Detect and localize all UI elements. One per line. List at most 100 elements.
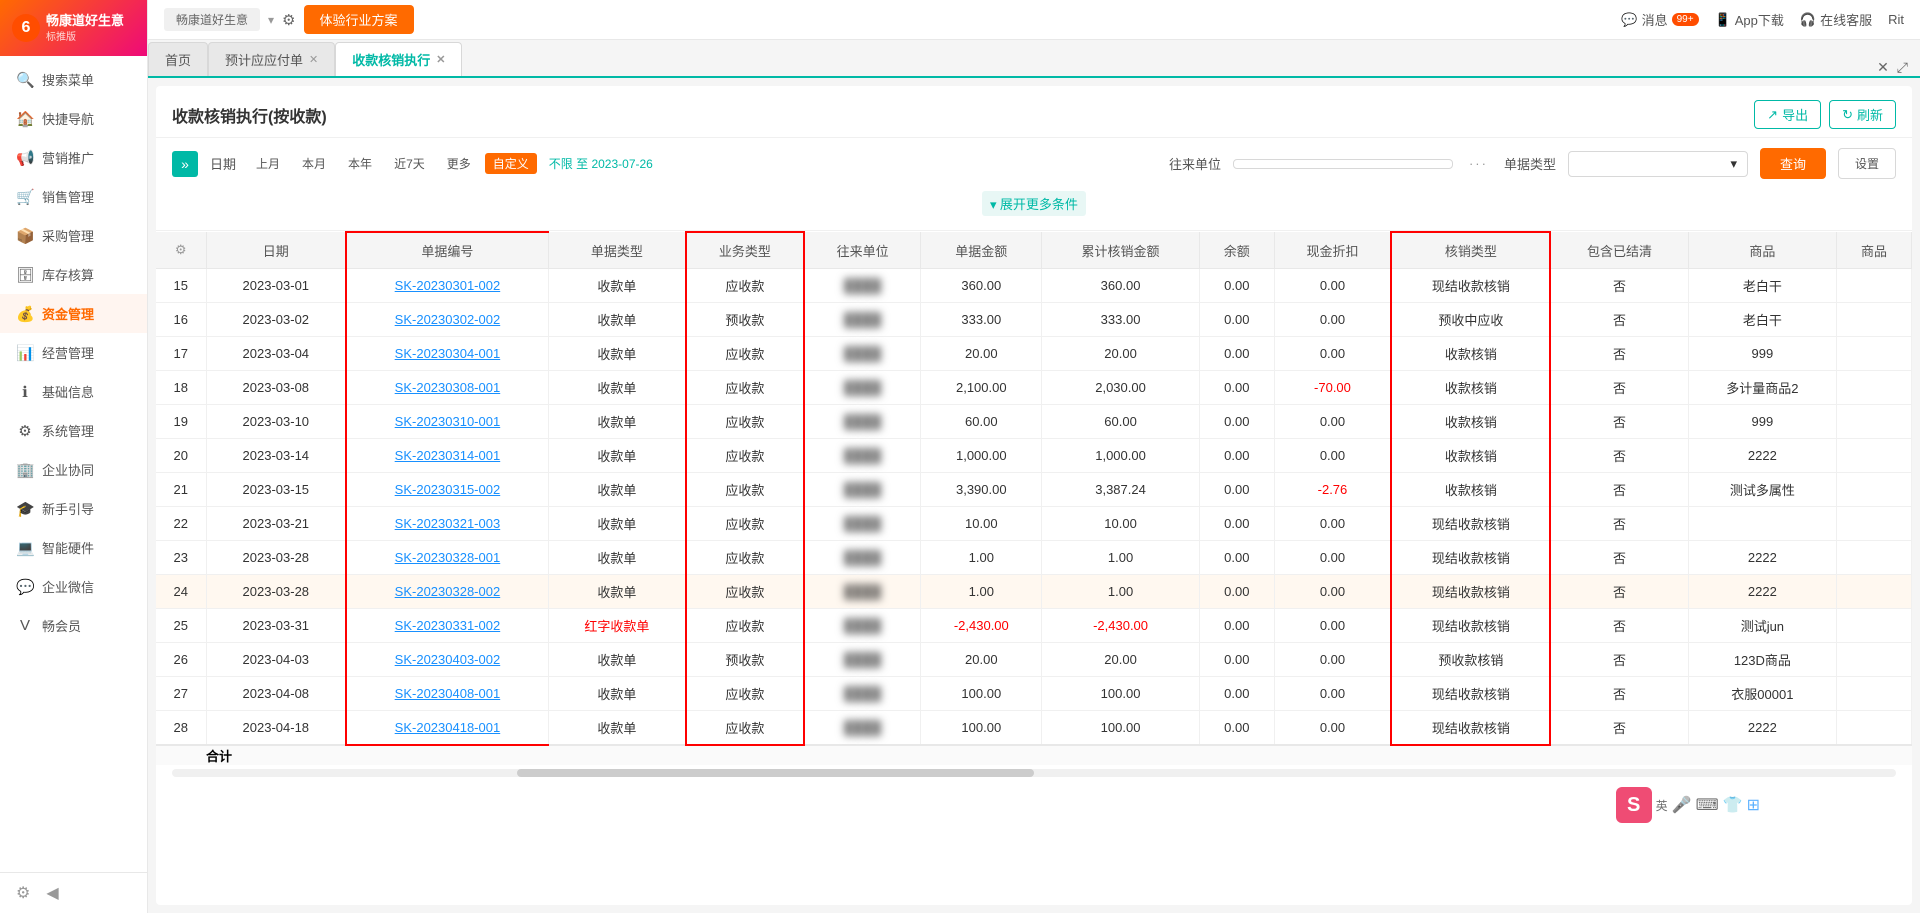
date-option-0[interactable]: 上月	[248, 153, 288, 174]
sidebar-item-hardware[interactable]: 💻 智能硬件	[0, 528, 147, 567]
cell-12-1: 2023-04-08	[206, 677, 346, 711]
filter-collapse-btn[interactable]: »	[172, 151, 198, 177]
date-option-3[interactable]: 近7天	[386, 153, 433, 174]
horizontal-scrollbar[interactable]	[172, 769, 1896, 777]
close-window-icon[interactable]: ✕	[1877, 59, 1889, 76]
cell-4-7: 60.00	[1042, 405, 1200, 439]
scrollbar-thumb[interactable]	[517, 769, 1034, 777]
cell-2-2[interactable]: SK-20230304-001	[346, 337, 548, 371]
cell-2-13	[1837, 337, 1912, 371]
export-button[interactable]: ↗ 导出	[1754, 100, 1821, 129]
settings-button[interactable]: 设置	[1838, 148, 1896, 179]
collapse-icon[interactable]: ◀	[46, 883, 58, 903]
cell-7-12	[1688, 507, 1836, 541]
sidebar-label-sales: 销售管理	[42, 187, 94, 206]
cell-9-8: 0.00	[1199, 575, 1274, 609]
sidebar-item-operations[interactable]: 📊 经营管理	[0, 333, 147, 372]
content-area: 收款核销执行(按收款) ↗ 导出 ↻ 刷新 »	[148, 78, 1920, 913]
date-option-4[interactable]: 更多	[439, 153, 479, 174]
cell-0-2[interactable]: SK-20230301-002	[346, 269, 548, 303]
tab-payables[interactable]: 预计应应付单✕	[208, 42, 335, 76]
tab-home[interactable]: 首页	[148, 42, 208, 76]
sidebar-item-member[interactable]: V 畅会员	[0, 606, 147, 645]
cell-3-1: 2023-03-08	[206, 371, 346, 405]
cell-1-2[interactable]: SK-20230302-002	[346, 303, 548, 337]
tab-close-payables[interactable]: ✕	[309, 53, 318, 66]
cell-7-11: 否	[1550, 507, 1688, 541]
sidebar-item-search[interactable]: 🔍 搜索菜单	[0, 60, 147, 99]
sidebar-label-basic: 基础信息	[42, 382, 94, 401]
cell-4-3: 收款单	[548, 405, 686, 439]
user-avatar[interactable]: Rit	[1888, 12, 1904, 27]
refresh-icon: ↻	[1842, 107, 1853, 123]
sidebar-item-guide[interactable]: 🎓 新手引导	[0, 489, 147, 528]
date-option-2[interactable]: 本年	[340, 153, 380, 174]
cell-9-6: 1.00	[921, 575, 1042, 609]
sidebar-item-wechat[interactable]: 💬 企业微信	[0, 567, 147, 606]
tab-collection[interactable]: 收款核销执行✕	[335, 42, 462, 76]
sidebar-item-finance[interactable]: 💰 资金管理	[0, 294, 147, 333]
receipt-type-select[interactable]: ▾	[1568, 151, 1748, 177]
settings-icon[interactable]: ⚙	[16, 883, 30, 903]
cell-0-6: 360.00	[921, 269, 1042, 303]
messages-button[interactable]: 💬 消息 99+	[1621, 10, 1698, 29]
cell-10-2[interactable]: SK-20230331-002	[346, 609, 548, 643]
expand-more-button[interactable]: ▾ 展开更多条件	[982, 191, 1086, 216]
table-row: 162023-03-02SK-20230302-002收款单预收款████333…	[156, 303, 1912, 337]
sidebar-item-corp[interactable]: 🏢 企业协同	[0, 450, 147, 489]
online-service-button[interactable]: 🎧 在线客服	[1800, 10, 1872, 29]
cell-6-2[interactable]: SK-20230315-002	[346, 473, 548, 507]
cell-8-2[interactable]: SK-20230328-001	[346, 541, 548, 575]
partner-input[interactable]	[1233, 159, 1453, 169]
dropdown-arrow-icon[interactable]: ▾	[268, 13, 274, 27]
cell-5-5: ████	[804, 439, 921, 473]
cell-6-5: ████	[804, 473, 921, 507]
cell-6-9: -2.76	[1274, 473, 1391, 507]
col-header-12: 商品	[1688, 232, 1836, 269]
cell-5-2[interactable]: SK-20230314-001	[346, 439, 548, 473]
query-button[interactable]: 查询	[1760, 148, 1826, 179]
topbar: 畅康道好生意 ▾ ⚙ 体验行业方案 💬 消息 99+ 📱 App下载 🎧 在线客…	[148, 0, 1920, 40]
sidebar-item-marketing[interactable]: 📢 营销推广	[0, 138, 147, 177]
cell-9-2[interactable]: SK-20230328-002	[346, 575, 548, 609]
cell-10-6: -2,430.00	[921, 609, 1042, 643]
sidebar-bottom: ⚙ ◀	[0, 872, 147, 913]
cell-10-12: 测试jun	[1688, 609, 1836, 643]
sidebar-item-shortcut[interactable]: 🏠 快捷导航	[0, 99, 147, 138]
filter-dots: ···	[1469, 156, 1488, 171]
cell-3-2[interactable]: SK-20230308-001	[346, 371, 548, 405]
col-header-0: ⚙	[156, 232, 206, 269]
sidebar-item-inventory[interactable]: 🗄 库存核算	[0, 255, 147, 294]
cell-7-3: 收款单	[548, 507, 686, 541]
sidebar-logo: 6 畅康道好生意 标推版	[0, 0, 147, 56]
date-range-display: 不限 至 2023-07-26	[549, 155, 653, 172]
cell-11-2[interactable]: SK-20230403-002	[346, 643, 548, 677]
table-scroll[interactable]: ⚙日期单据编号单据类型业务类型往来单位单据金额累计核销金额余额现金折扣核销类型包…	[156, 231, 1912, 765]
cell-0-11: 否	[1550, 269, 1688, 303]
date-option-1[interactable]: 本月	[294, 153, 334, 174]
col-header-9: 现金折扣	[1274, 232, 1391, 269]
sidebar-item-sales[interactable]: 🛒 销售管理	[0, 177, 147, 216]
footer-cell-10	[1391, 745, 1550, 765]
table-row: 182023-03-08SK-20230308-001收款单应收款████2,1…	[156, 371, 1912, 405]
solution-button[interactable]: 体验行业方案	[304, 5, 414, 34]
app-download-button[interactable]: 📱 App下载	[1715, 10, 1784, 29]
sidebar-item-purchase[interactable]: 📦 采购管理	[0, 216, 147, 255]
cell-4-2[interactable]: SK-20230310-001	[346, 405, 548, 439]
tab-close-collection[interactable]: ✕	[436, 53, 445, 66]
cell-7-2[interactable]: SK-20230321-003	[346, 507, 548, 541]
sidebar-item-system[interactable]: ⚙ 系统管理	[0, 411, 147, 450]
cell-0-13	[1837, 269, 1912, 303]
sales-icon: 🛒	[16, 188, 34, 206]
cell-12-2[interactable]: SK-20230408-001	[346, 677, 548, 711]
cell-13-2[interactable]: SK-20230418-001	[346, 711, 548, 746]
maximize-icon[interactable]: ⤢	[1897, 59, 1908, 76]
custom-date-button[interactable]: 自定义	[485, 153, 537, 174]
table-gear-icon[interactable]: ⚙	[175, 242, 187, 257]
refresh-button[interactable]: ↻ 刷新	[1829, 100, 1896, 129]
cell-13-4: 应收款	[686, 711, 804, 746]
sidebar-item-basic[interactable]: ℹ 基础信息	[0, 372, 147, 411]
topbar-gear-icon[interactable]: ⚙	[282, 11, 295, 29]
col-header-13: 商品	[1837, 232, 1912, 269]
cell-5-0: 20	[156, 439, 206, 473]
